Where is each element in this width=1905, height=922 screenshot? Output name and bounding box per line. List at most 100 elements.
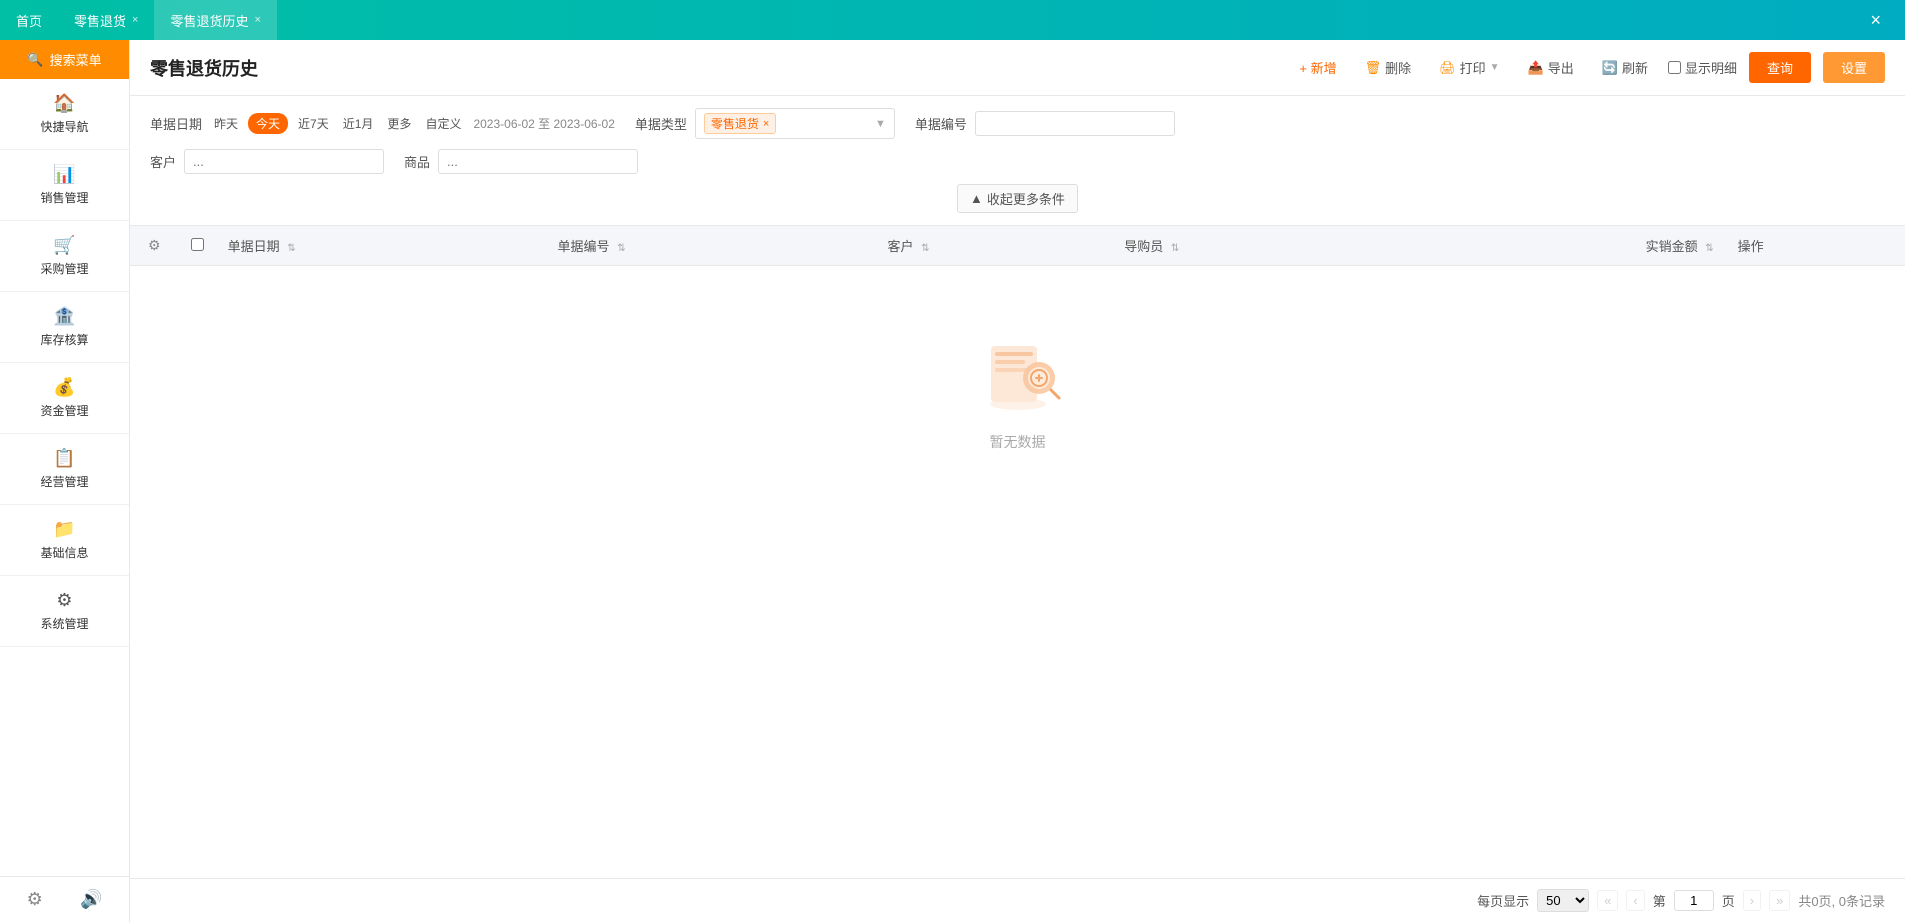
sidebar-item-purchase-mgmt-label: 采购管理	[40, 260, 88, 277]
top-bar-right: ×	[1862, 6, 1905, 35]
last-page-button[interactable]: »	[1769, 890, 1790, 911]
sidebar-search[interactable]: 🔍 搜索菜单	[0, 40, 129, 79]
table-section: ⚙ 单据日期 ⇅ 单据编号 ⇅	[130, 226, 1905, 922]
date-more[interactable]: 更多	[383, 113, 415, 134]
main-layout: 🔍 搜索菜单 🏠 快捷导航 📊 销售管理 🛒 采购管理 🏦 库存核算 💰 资金管…	[0, 40, 1905, 922]
table-header-row: ⚙ 单据日期 ⇅ 单据编号 ⇅	[130, 226, 1905, 266]
delete-icon: 🗑	[1365, 60, 1382, 76]
pagination-bar: 每页显示 20 50 100 « ‹ 第 页 › » 共0页, 0条记录	[130, 878, 1905, 922]
delete-button[interactable]: 🗑 删除	[1357, 54, 1420, 81]
tab-home[interactable]: 首页	[0, 0, 58, 40]
empty-text: 暂无数据	[990, 432, 1046, 452]
next-page-button[interactable]: ›	[1743, 890, 1761, 911]
doc-date-sort-icon[interactable]: ⇅	[287, 243, 295, 254]
date-filter-label: 单据日期	[150, 114, 202, 133]
column-settings-icon[interactable]: ⚙	[142, 235, 167, 255]
doc-no-filter-group: 单据编号	[915, 111, 1175, 136]
show-detail-checkbox[interactable]	[1668, 61, 1681, 74]
th-amount: 实销金额 ⇅	[1396, 226, 1726, 266]
select-all-checkbox[interactable]	[191, 238, 204, 251]
table-head: ⚙ 单据日期 ⇅ 单据编号 ⇅	[130, 226, 1905, 266]
sidebar-item-quick-nav-label: 快捷导航	[40, 118, 88, 135]
th-customer-label: 客户	[888, 239, 914, 254]
quick-nav-icon: 🏠	[53, 93, 75, 114]
date-custom[interactable]: 自定义	[421, 113, 465, 134]
tab-retail-return-history-label: 零售退货历史	[170, 11, 248, 30]
doc-type-tag-close[interactable]: ×	[763, 118, 769, 130]
sidebar-item-finance[interactable]: 💰 资金管理	[0, 363, 129, 434]
per-page-label: 每页显示	[1477, 891, 1529, 910]
sidebar-item-operations-label: 经营管理	[40, 473, 88, 490]
th-settings: ⚙	[130, 226, 179, 266]
window-close-button[interactable]: ×	[1862, 6, 1889, 35]
date-range-display: 2023-06-02 至 2023-06-02	[473, 115, 614, 132]
amount-sort-icon[interactable]: ⇅	[1705, 243, 1713, 254]
sidebar-item-system-mgmt[interactable]: ⚙ 系统管理	[0, 576, 129, 647]
th-doc-date: 单据日期 ⇅	[216, 226, 546, 266]
th-customer: 客户 ⇅	[876, 226, 1113, 266]
header-actions: + 新增 🗑 删除 🖨 打印 ▼ 📤 导出 🔄 刷新	[1291, 52, 1885, 83]
refresh-button[interactable]: 🔄 刷新	[1594, 54, 1656, 81]
export-icon: 📤	[1528, 60, 1544, 76]
doc-type-select[interactable]: 零售退货 × ▼	[695, 108, 895, 139]
sidebar-item-operations[interactable]: 📋 经营管理	[0, 434, 129, 505]
goods-input[interactable]	[438, 149, 638, 174]
purchase-mgmt-icon: 🛒	[53, 235, 75, 256]
collapse-button[interactable]: ▲ 收起更多条件	[957, 184, 1078, 213]
show-detail-checkbox-label[interactable]: 显示明细	[1668, 58, 1737, 77]
sales-mgmt-icon: 📊	[53, 164, 75, 185]
sidebar-item-inventory[interactable]: 🏦 库存核算	[0, 292, 129, 363]
doc-type-tag: 零售退货 ×	[704, 113, 776, 134]
date-filter-group: 单据日期 昨天 今天 近7天 近1月 更多 自定义 2023-06-02 至 2…	[150, 113, 615, 134]
filter-row-1: 单据日期 昨天 今天 近7天 近1月 更多 自定义 2023-06-02 至 2…	[150, 108, 1885, 139]
content-area: 零售退货历史 + 新增 🗑 删除 🖨 打印 ▼ 📤 导出	[130, 40, 1905, 922]
filter-section: 单据日期 昨天 今天 近7天 近1月 更多 自定义 2023-06-02 至 2…	[130, 96, 1905, 226]
setting-button[interactable]: 设置	[1823, 52, 1885, 83]
print-button[interactable]: 🖨 打印 ▼	[1431, 54, 1507, 81]
export-button[interactable]: 📤 导出	[1520, 54, 1582, 81]
tab-retail-return-history-close[interactable]: ×	[254, 14, 260, 26]
date-yesterday[interactable]: 昨天	[210, 113, 242, 134]
customer-sort-icon[interactable]: ⇅	[921, 243, 929, 254]
first-page-button[interactable]: «	[1597, 890, 1618, 911]
date-today[interactable]: 今天	[248, 113, 288, 134]
th-doc-no: 单据编号 ⇅	[546, 226, 876, 266]
sidebar-item-sales-mgmt-label: 销售管理	[40, 189, 88, 206]
doc-no-sort-icon[interactable]: ⇅	[617, 243, 625, 254]
delete-button-label: 删除	[1385, 58, 1411, 77]
tab-retail-return-close[interactable]: ×	[132, 14, 138, 26]
query-button[interactable]: 查询	[1749, 52, 1811, 83]
tab-retail-return-history[interactable]: 零售退货历史 ×	[154, 0, 276, 40]
sidebar-item-sales-mgmt[interactable]: 📊 销售管理	[0, 150, 129, 221]
empty-state: 暂无数据	[130, 266, 1905, 512]
sidebar-item-purchase-mgmt[interactable]: 🛒 采购管理	[0, 221, 129, 292]
sidebar-item-quick-nav[interactable]: 🏠 快捷导航	[0, 79, 129, 150]
settings-bottom-icon[interactable]: ⚙	[27, 889, 43, 910]
customer-filter-label: 客户	[150, 152, 176, 171]
print-dropdown-icon: ▼	[1490, 62, 1500, 73]
finance-icon: 💰	[53, 377, 75, 398]
operations-icon: 📋	[53, 448, 75, 469]
date-last-month[interactable]: 近1月	[339, 113, 378, 134]
new-button[interactable]: + 新增	[1291, 54, 1344, 81]
guide-sort-icon[interactable]: ⇅	[1171, 243, 1179, 254]
collapse-label: 收起更多条件	[987, 189, 1065, 208]
sidebar-item-system-mgmt-label: 系统管理	[40, 615, 88, 632]
sidebar-item-base-info[interactable]: 📁 基础信息	[0, 505, 129, 576]
per-page-select[interactable]: 20 50 100	[1537, 889, 1589, 912]
sidebar-bottom: ⚙ 🔊	[0, 876, 129, 922]
prev-page-button[interactable]: ‹	[1626, 890, 1644, 911]
tab-retail-return[interactable]: 零售退货 ×	[58, 0, 154, 40]
data-table: ⚙ 单据日期 ⇅ 单据编号 ⇅	[130, 226, 1905, 266]
page-label: 第	[1653, 891, 1666, 910]
goods-filter-label: 商品	[404, 152, 430, 171]
doc-no-input[interactable]	[975, 111, 1175, 136]
filter-row-2: 客户 商品	[150, 149, 1885, 174]
tab-list: 首页 零售退货 × 零售退货历史 ×	[0, 0, 1862, 40]
doc-type-filter-group: 单据类型 零售退货 × ▼	[635, 108, 895, 139]
customer-input[interactable]	[184, 149, 384, 174]
search-icon: 🔍	[27, 52, 43, 68]
page-number-input[interactable]	[1674, 890, 1714, 911]
audio-bottom-icon[interactable]: 🔊	[80, 889, 102, 910]
date-last7days[interactable]: 近7天	[294, 113, 333, 134]
